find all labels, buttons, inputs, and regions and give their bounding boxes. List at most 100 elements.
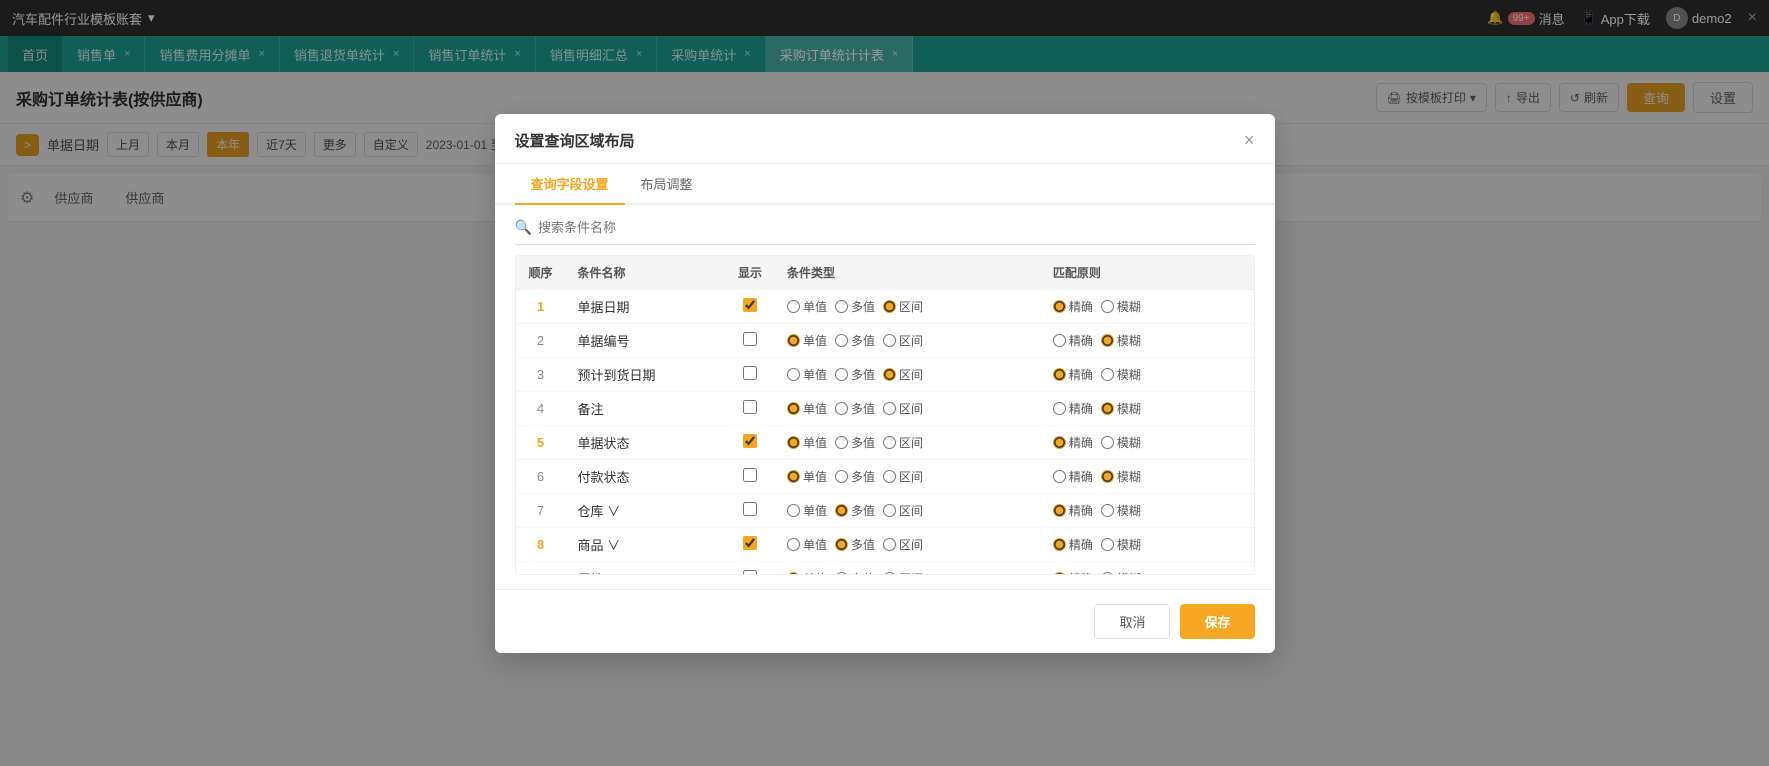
table-row: 6付款状态单值多值区间精确模糊 — [516, 459, 1254, 493]
condition-type-option[interactable]: 单值 — [787, 536, 827, 553]
display-checkbox[interactable] — [743, 468, 757, 482]
match-rule-option[interactable]: 精确 — [1053, 366, 1093, 383]
match-rule-option[interactable]: 精确 — [1053, 502, 1093, 519]
row-condition-type: 单值多值区间 — [775, 459, 1041, 493]
row-seq: 3 — [516, 357, 566, 391]
display-checkbox[interactable] — [743, 366, 757, 380]
row-match-rule: 精确模糊 — [1041, 459, 1254, 493]
row-match-rule: 精确模糊 — [1041, 493, 1254, 527]
match-rule-option[interactable]: 模糊 — [1101, 332, 1141, 349]
match-rule-option[interactable]: 精确 — [1053, 570, 1093, 575]
display-checkbox[interactable] — [743, 570, 757, 575]
row-display[interactable] — [725, 425, 775, 459]
tab-query-fields[interactable]: 查询字段设置 — [515, 164, 625, 205]
th-name: 条件名称 — [566, 256, 726, 290]
match-rule-option[interactable]: 模糊 — [1101, 468, 1141, 485]
condition-type-option[interactable]: 区间 — [883, 570, 923, 575]
row-seq: 5 — [516, 425, 566, 459]
row-display[interactable] — [725, 323, 775, 357]
row-display[interactable] — [725, 561, 775, 575]
modal-close-btn[interactable]: × — [1244, 130, 1255, 163]
match-rule-option[interactable]: 精确 — [1053, 468, 1093, 485]
condition-type-option[interactable]: 区间 — [883, 468, 923, 485]
condition-type-option[interactable]: 单值 — [787, 502, 827, 519]
condition-type-option[interactable]: 区间 — [883, 502, 923, 519]
row-match-rule: 精确模糊 — [1041, 323, 1254, 357]
search-input[interactable] — [538, 220, 1255, 235]
row-name: 单据状态 — [566, 425, 726, 459]
match-rule-option[interactable]: 模糊 — [1101, 298, 1141, 315]
match-rule-option[interactable]: 精确 — [1053, 298, 1093, 315]
condition-type-option[interactable]: 区间 — [883, 366, 923, 383]
row-display[interactable] — [725, 289, 775, 323]
condition-type-option[interactable]: 区间 — [883, 298, 923, 315]
condition-type-option[interactable]: 单值 — [787, 332, 827, 349]
table-row: 2单据编号单值多值区间精确模糊 — [516, 323, 1254, 357]
table-row: 3预计到货日期 单值多值区间 精确模糊 — [516, 357, 1254, 391]
condition-type-option[interactable]: 区间 — [883, 434, 923, 451]
modal-overlay[interactable]: 设置查询区域布局 × 查询字段设置 布局调整 🔍 — [0, 0, 1769, 766]
match-rule-option[interactable]: 模糊 — [1101, 570, 1141, 575]
display-checkbox[interactable] — [743, 298, 757, 312]
match-rule-option[interactable]: 精确 — [1053, 536, 1093, 553]
display-checkbox[interactable] — [743, 434, 757, 448]
condition-type-option[interactable]: 多值 — [835, 298, 875, 315]
display-checkbox[interactable] — [743, 400, 757, 414]
row-display[interactable] — [725, 391, 775, 425]
match-rule-option[interactable]: 模糊 — [1101, 434, 1141, 451]
row-name: 备注 — [566, 391, 726, 425]
tab-layout-adjust[interactable]: 布局调整 — [625, 164, 709, 205]
row-name: 付款状态 — [566, 459, 726, 493]
condition-type-option[interactable]: 多值 — [835, 434, 875, 451]
th-match-rule: 匹配原则 — [1041, 256, 1254, 290]
match-rule-option[interactable]: 精确 — [1053, 400, 1093, 417]
display-checkbox[interactable] — [743, 502, 757, 516]
save-btn[interactable]: 保存 — [1180, 604, 1254, 639]
row-display[interactable] — [725, 493, 775, 527]
row-name: 单据编号 — [566, 323, 726, 357]
row-seq: 9 — [516, 561, 566, 575]
display-checkbox[interactable] — [743, 536, 757, 550]
modal-table-wrap: 顺序 条件名称 显示 条件类型 匹配原则 1单据日期单值多值区间精确模糊2单据编… — [515, 255, 1255, 575]
condition-type-option[interactable]: 单值 — [787, 400, 827, 417]
condition-type-option[interactable]: 单值 — [787, 468, 827, 485]
cancel-btn[interactable]: 取消 — [1094, 604, 1170, 639]
condition-type-option[interactable]: 区间 — [883, 536, 923, 553]
row-condition-type: 单值多值区间 — [775, 493, 1041, 527]
row-name: 预计到货日期 — [566, 357, 726, 391]
condition-type-option[interactable]: 多值 — [835, 536, 875, 553]
modal-footer: 取消 保存 — [495, 589, 1275, 653]
condition-type-option[interactable]: 区间 — [883, 332, 923, 349]
row-match-rule: 精确模糊 — [1041, 425, 1254, 459]
condition-type-option[interactable]: 多值 — [835, 570, 875, 575]
row-condition-type: 单值多值区间 — [775, 527, 1041, 561]
match-rule-option[interactable]: 精确 — [1053, 332, 1093, 349]
condition-type-option[interactable]: 多值 — [835, 468, 875, 485]
match-rule-option[interactable]: 精确 — [1053, 434, 1093, 451]
row-seq: 4 — [516, 391, 566, 425]
table-row: 9属性 ∨ 单值 多值 区间 精确 模糊 — [516, 561, 1254, 575]
row-display[interactable] — [725, 357, 775, 391]
condition-type-option[interactable]: 多值 — [835, 366, 875, 383]
condition-type-option[interactable]: 单值 — [787, 434, 827, 451]
match-rule-option[interactable]: 模糊 — [1101, 366, 1141, 383]
condition-type-option[interactable]: 多值 — [835, 400, 875, 417]
row-seq: 7 — [516, 493, 566, 527]
match-rule-option[interactable]: 模糊 — [1101, 502, 1141, 519]
condition-type-option[interactable]: 单值 — [787, 298, 827, 315]
condition-type-option[interactable]: 区间 — [883, 400, 923, 417]
row-name: 单据日期 — [566, 289, 726, 323]
row-display[interactable] — [725, 527, 775, 561]
condition-type-option[interactable]: 多值 — [835, 502, 875, 519]
row-name: 属性 ∨ — [566, 561, 726, 575]
condition-type-option[interactable]: 单值 — [787, 570, 827, 575]
row-display[interactable] — [725, 459, 775, 493]
th-condition-type: 条件类型 — [775, 256, 1041, 290]
table-row: 5单据状态 单值多值区间 精确模糊 — [516, 425, 1254, 459]
condition-type-option[interactable]: 单值 — [787, 366, 827, 383]
display-checkbox[interactable] — [743, 332, 757, 346]
match-rule-option[interactable]: 模糊 — [1101, 536, 1141, 553]
table-row: 4备注 单值多值区间 精确模糊 — [516, 391, 1254, 425]
condition-type-option[interactable]: 多值 — [835, 332, 875, 349]
match-rule-option[interactable]: 模糊 — [1101, 400, 1141, 417]
